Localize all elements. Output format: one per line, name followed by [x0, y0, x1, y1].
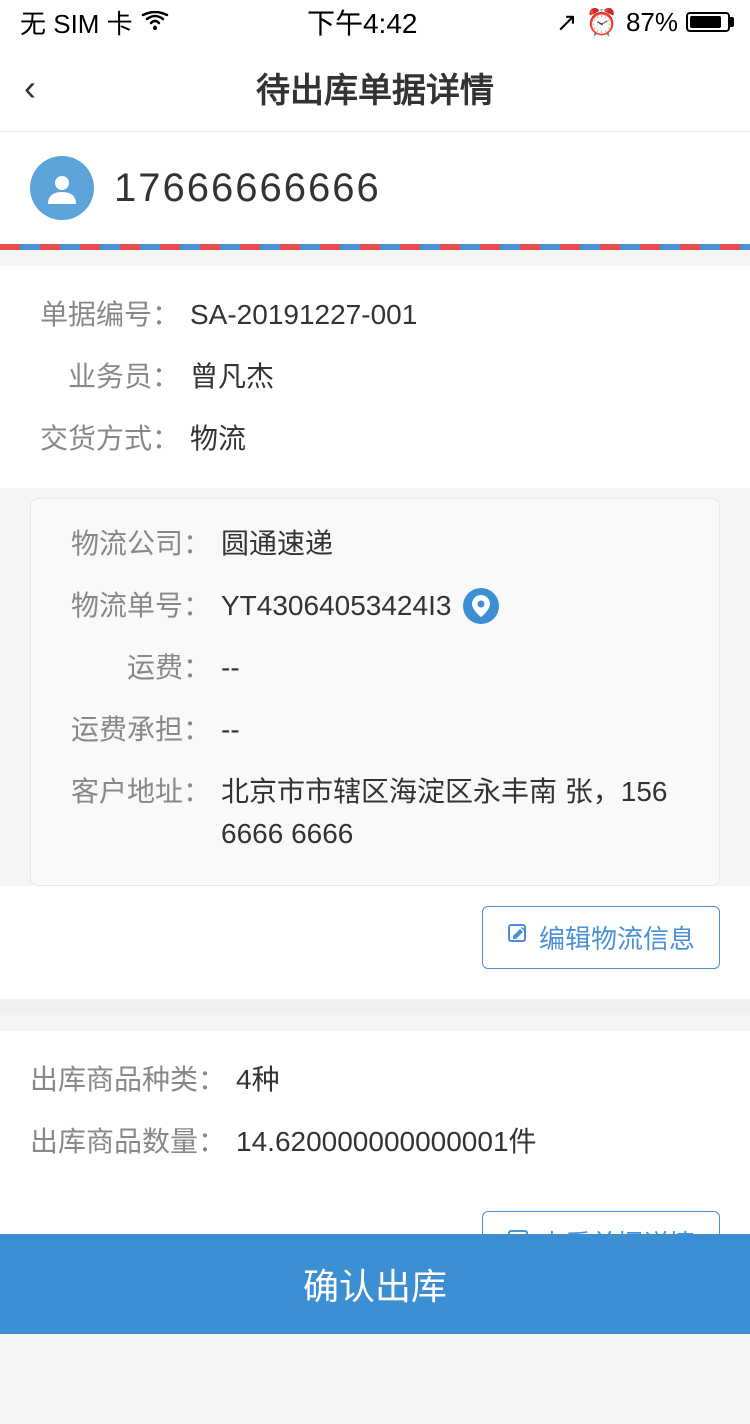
- freight-row: 运费： --: [61, 647, 689, 689]
- user-phone: 17666666666: [114, 166, 381, 211]
- type-label: 出库商品种类：: [30, 1059, 236, 1101]
- logistics-tracking-label: 物流单号：: [61, 585, 221, 627]
- freight-bear-value: --: [221, 709, 689, 751]
- dash-divider: [0, 244, 750, 250]
- quantity-value: 14.620000000000001件: [236, 1121, 720, 1163]
- delivery-row: 交货方式： 物流: [30, 418, 720, 460]
- edit-btn-area: 编辑物流信息: [0, 886, 750, 999]
- page-title: 待出库单据详情: [256, 63, 494, 112]
- logistics-company-value: 圆通速递: [221, 523, 689, 565]
- bottom-area: 确认出库: [0, 1234, 750, 1334]
- avatar: [30, 156, 94, 220]
- address-label: 客户地址：: [61, 771, 221, 813]
- edit-logistics-label: 编辑物流信息: [539, 919, 695, 956]
- address-value: 北京市市辖区海淀区永丰南 张，156 6666 6666: [221, 771, 689, 855]
- logistics-company-label: 物流公司：: [61, 523, 221, 565]
- status-right: ↗ ⏰ 87%: [556, 7, 730, 38]
- order-no-value: SA-20191227-001: [190, 294, 720, 336]
- quantity-row: 出库商品数量： 14.620000000000001件: [30, 1121, 720, 1163]
- order-no-row: 单据编号： SA-20191227-001: [30, 294, 720, 336]
- location-icon[interactable]: [463, 588, 499, 624]
- address-row: 客户地址： 北京市市辖区海淀区永丰南 张，156 6666 6666: [61, 771, 689, 855]
- edit-logistics-button[interactable]: 编辑物流信息: [482, 906, 720, 969]
- type-value: 4种: [236, 1059, 720, 1101]
- logistics-tracking-row: 物流单号： YT43064053424I3: [61, 585, 689, 627]
- salesman-label: 业务员：: [30, 356, 190, 398]
- content-area: 17666666666 单据编号： SA-20191227-001 业务员： 曾…: [0, 132, 750, 1424]
- delivery-label: 交货方式：: [30, 418, 190, 460]
- logistics-company-row: 物流公司： 圆通速递: [61, 523, 689, 565]
- nav-bar: ‹ 待出库单据详情: [0, 44, 750, 132]
- logistics-tracking-value: YT43064053424I3: [221, 585, 689, 627]
- back-button[interactable]: ‹: [24, 67, 36, 109]
- type-row: 出库商品种类： 4种: [30, 1059, 720, 1101]
- user-header: 17666666666: [0, 132, 750, 244]
- freight-bear-label: 运费承担：: [61, 709, 221, 751]
- wifi-icon: [141, 7, 169, 38]
- location-icon: ↗: [556, 7, 578, 38]
- battery-icon: [686, 12, 730, 32]
- status-bar: 无 SIM 卡 下午4:42 ↗ ⏰ 87%: [0, 0, 750, 44]
- delivery-value: 物流: [190, 418, 720, 460]
- carrier-label: 无 SIM 卡: [20, 4, 133, 41]
- freight-value: --: [221, 647, 689, 689]
- confirm-button[interactable]: 确认出库: [0, 1234, 750, 1334]
- logistics-card: 物流公司： 圆通速递 物流单号： YT43064053424I3 运费： -- …: [30, 498, 720, 886]
- order-no-label: 单据编号：: [30, 294, 190, 336]
- time-label: 下午4:42: [307, 2, 418, 42]
- alarm-icon: ⏰: [586, 7, 618, 38]
- freight-label: 运费：: [61, 647, 221, 689]
- basic-info-section: 单据编号： SA-20191227-001 业务员： 曾凡杰 交货方式： 物流: [0, 266, 750, 488]
- battery-percent: 87%: [626, 7, 678, 38]
- salesman-row: 业务员： 曾凡杰: [30, 356, 720, 398]
- freight-bear-row: 运费承担： --: [61, 709, 689, 751]
- edit-icon: [507, 923, 529, 952]
- salesman-value: 曾凡杰: [190, 356, 720, 398]
- quantity-label: 出库商品数量：: [30, 1121, 236, 1163]
- section-divider: [0, 999, 750, 1015]
- outbound-info-section: 出库商品种类： 4种 出库商品数量： 14.620000000000001件: [0, 1031, 750, 1191]
- status-left: 无 SIM 卡: [20, 4, 169, 41]
